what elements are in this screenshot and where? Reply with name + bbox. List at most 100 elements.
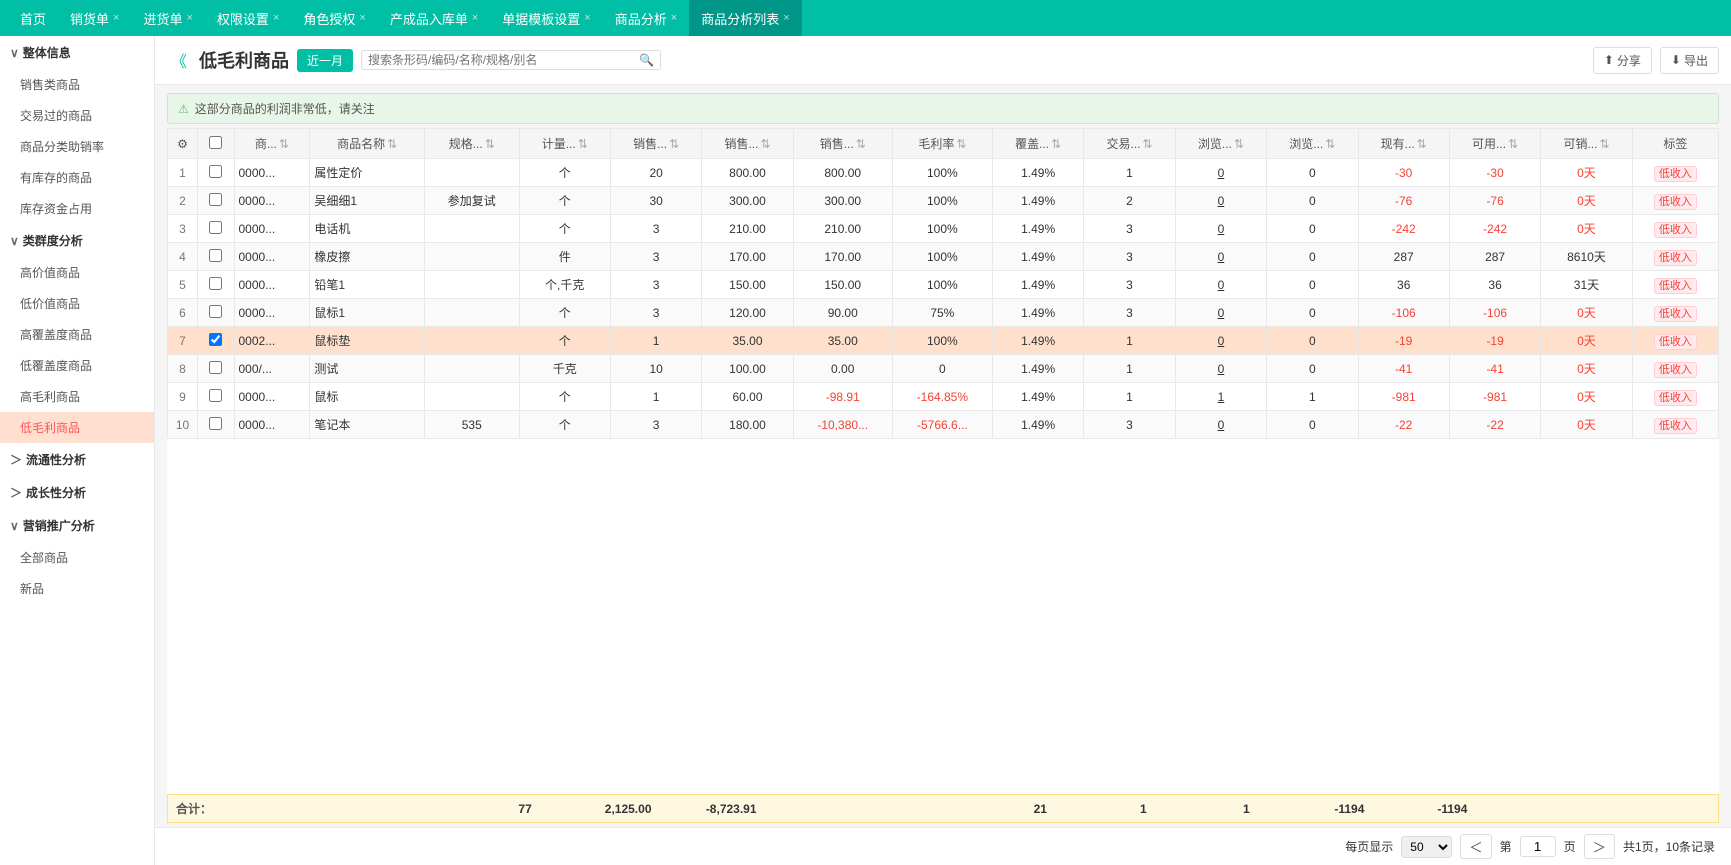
row-checkbox[interactable] xyxy=(209,389,222,402)
search-icon[interactable]: 🔍 xyxy=(639,53,654,67)
th-view1[interactable]: 浏览...⇅ xyxy=(1175,129,1266,159)
nav-close-template-settings[interactable]: × xyxy=(584,12,590,24)
td-view1[interactable]: 0 xyxy=(1175,187,1266,215)
th-sales-qty[interactable]: 销售...⇅ xyxy=(610,129,701,159)
th-settings[interactable]: ⚙ xyxy=(168,129,198,159)
th-transaction[interactable]: 交易...⇅ xyxy=(1084,129,1175,159)
th-name[interactable]: 商品名称⇅ xyxy=(310,129,425,159)
sidebar-item-high-value[interactable]: 高价值商品 xyxy=(0,257,154,288)
page-number-input[interactable] xyxy=(1520,836,1556,857)
td-checkbox[interactable] xyxy=(198,159,235,187)
nav-role-auth[interactable]: 角色授权 × xyxy=(291,0,377,36)
next-page-button[interactable]: ＞ xyxy=(1584,834,1615,859)
sidebar-item-stock-products[interactable]: 有库存的商品 xyxy=(0,162,154,193)
th-available[interactable]: 可用...⇅ xyxy=(1449,129,1540,159)
sidebar-group-circulation-title[interactable]: ＞ 流通性分析 xyxy=(0,443,154,476)
td-checkbox[interactable] xyxy=(198,215,235,243)
th-sales-amount[interactable]: 销售...⇅ xyxy=(793,129,892,159)
row-checkbox[interactable] xyxy=(209,165,222,178)
sidebar-item-low-value[interactable]: 低价值商品 xyxy=(0,288,154,319)
nav-permission[interactable]: 权限设置 × xyxy=(205,0,291,36)
td-view1[interactable]: 0 xyxy=(1175,159,1266,187)
td-view1[interactable]: 0 xyxy=(1175,243,1266,271)
header-actions: ⬆ 分享 ⬇ 导出 xyxy=(1593,47,1719,74)
td-spec xyxy=(424,215,519,243)
th-view2[interactable]: 浏览...⇅ xyxy=(1267,129,1358,159)
sidebar-group-marketing-title[interactable]: ∨ 营销推广分析 xyxy=(0,509,154,542)
nav-purchase-order[interactable]: 进货单 × xyxy=(131,0,204,36)
prev-page-button[interactable]: ＜ xyxy=(1460,834,1491,859)
td-checkbox[interactable] xyxy=(198,411,235,439)
nav-sales-order[interactable]: 销货单 × xyxy=(58,0,131,36)
td-view1[interactable]: 0 xyxy=(1175,299,1266,327)
sidebar-item-high-profit[interactable]: 高毛利商品 xyxy=(0,381,154,412)
td-checkbox[interactable] xyxy=(198,299,235,327)
th-saleable[interactable]: 可销...⇅ xyxy=(1541,129,1632,159)
th-coverage[interactable]: 覆盖...⇅ xyxy=(992,129,1083,159)
sidebar-collapse-button[interactable]: 《 xyxy=(167,44,191,76)
th-checkbox[interactable] xyxy=(198,129,235,159)
th-spec[interactable]: 规格...⇅ xyxy=(424,129,519,159)
td-checkbox[interactable] xyxy=(198,383,235,411)
td-view1[interactable]: 0 xyxy=(1175,355,1266,383)
td-row-num: 10 xyxy=(168,411,198,439)
search-input[interactable] xyxy=(368,53,635,67)
row-checkbox[interactable] xyxy=(209,277,222,290)
th-tag[interactable]: 标签 xyxy=(1632,129,1718,159)
nav-product-analysis-list[interactable]: 商品分析列表 × xyxy=(689,0,801,36)
td-row-num: 2 xyxy=(168,187,198,215)
sidebar-item-new-products[interactable]: 新品 xyxy=(0,573,154,604)
sidebar-item-high-coverage[interactable]: 高覆盖度商品 xyxy=(0,319,154,350)
date-filter-button[interactable]: 近一月 xyxy=(297,49,353,72)
td-view1[interactable]: 0 xyxy=(1175,215,1266,243)
td-view1[interactable]: 0 xyxy=(1175,411,1266,439)
td-checkbox[interactable] xyxy=(198,271,235,299)
sidebar-group-growth-title[interactable]: ＞ 成长性分析 xyxy=(0,476,154,509)
data-table-container[interactable]: ⚙ 商...⇅ 商品名称⇅ 规格...⇅ 计量...⇅ 销售...⇅ 销售...… xyxy=(167,128,1719,794)
td-view1[interactable]: 1 xyxy=(1175,383,1266,411)
nav-close-sales-order[interactable]: × xyxy=(113,12,119,24)
sidebar-item-all-products[interactable]: 全部商品 xyxy=(0,542,154,573)
nav-close-role-auth[interactable]: × xyxy=(359,12,365,24)
row-checkbox[interactable] xyxy=(209,417,222,430)
sidebar-item-traded-products[interactable]: 交易过的商品 xyxy=(0,100,154,131)
sidebar-item-low-coverage[interactable]: 低覆盖度商品 xyxy=(0,350,154,381)
th-sales-price[interactable]: 销售...⇅ xyxy=(702,129,793,159)
nav-close-product-warehouse[interactable]: × xyxy=(472,12,478,24)
th-current[interactable]: 现有...⇅ xyxy=(1358,129,1449,159)
nav-template-settings[interactable]: 单据模板设置 × xyxy=(490,0,602,36)
nav-product-warehouse[interactable]: 产成品入库单 × xyxy=(378,0,490,36)
td-checkbox[interactable] xyxy=(198,187,235,215)
sidebar-item-low-profit[interactable]: 低毛利商品 xyxy=(0,412,154,443)
sidebar-item-stock-capital[interactable]: 库存资金占用 xyxy=(0,193,154,224)
nav-close-permission[interactable]: × xyxy=(273,12,279,24)
sidebar-item-sales-products[interactable]: 销售类商品 xyxy=(0,69,154,100)
td-checkbox[interactable] xyxy=(198,327,235,355)
nav-product-analysis[interactable]: 商品分析 × xyxy=(603,0,689,36)
td-checkbox[interactable] xyxy=(198,243,235,271)
sidebar-item-category-rate[interactable]: 商品分类助销率 xyxy=(0,131,154,162)
sidebar-group-overall-title[interactable]: ∨ 整体信息 xyxy=(0,36,154,69)
td-view1[interactable]: 0 xyxy=(1175,271,1266,299)
th-unit[interactable]: 计量...⇅ xyxy=(519,129,610,159)
per-page-select[interactable]: 50 100 200 xyxy=(1401,836,1452,858)
nav-close-product-analysis[interactable]: × xyxy=(671,12,677,24)
row-checkbox[interactable] xyxy=(209,221,222,234)
th-code[interactable]: 商...⇅ xyxy=(234,129,310,159)
share-button[interactable]: ⬆ 分享 xyxy=(1593,47,1652,74)
td-gross-rate: 0 xyxy=(892,355,992,383)
nav-close-product-analysis-list[interactable]: × xyxy=(783,12,789,24)
td-view1[interactable]: 0 xyxy=(1175,327,1266,355)
nav-close-purchase-order[interactable]: × xyxy=(186,12,192,24)
nav-home[interactable]: 首页 xyxy=(8,0,58,36)
select-all-checkbox[interactable] xyxy=(209,136,222,149)
row-checkbox[interactable] xyxy=(209,361,222,374)
row-checkbox[interactable] xyxy=(209,193,222,206)
row-checkbox[interactable] xyxy=(209,249,222,262)
row-checkbox[interactable] xyxy=(209,305,222,318)
td-checkbox[interactable] xyxy=(198,355,235,383)
export-button[interactable]: ⬇ 导出 xyxy=(1660,47,1719,74)
row-checkbox[interactable] xyxy=(209,333,222,346)
sidebar-group-cluster-title[interactable]: ∨ 类群度分析 xyxy=(0,224,154,257)
th-gross-rate[interactable]: 毛利率⇅ xyxy=(892,129,992,159)
